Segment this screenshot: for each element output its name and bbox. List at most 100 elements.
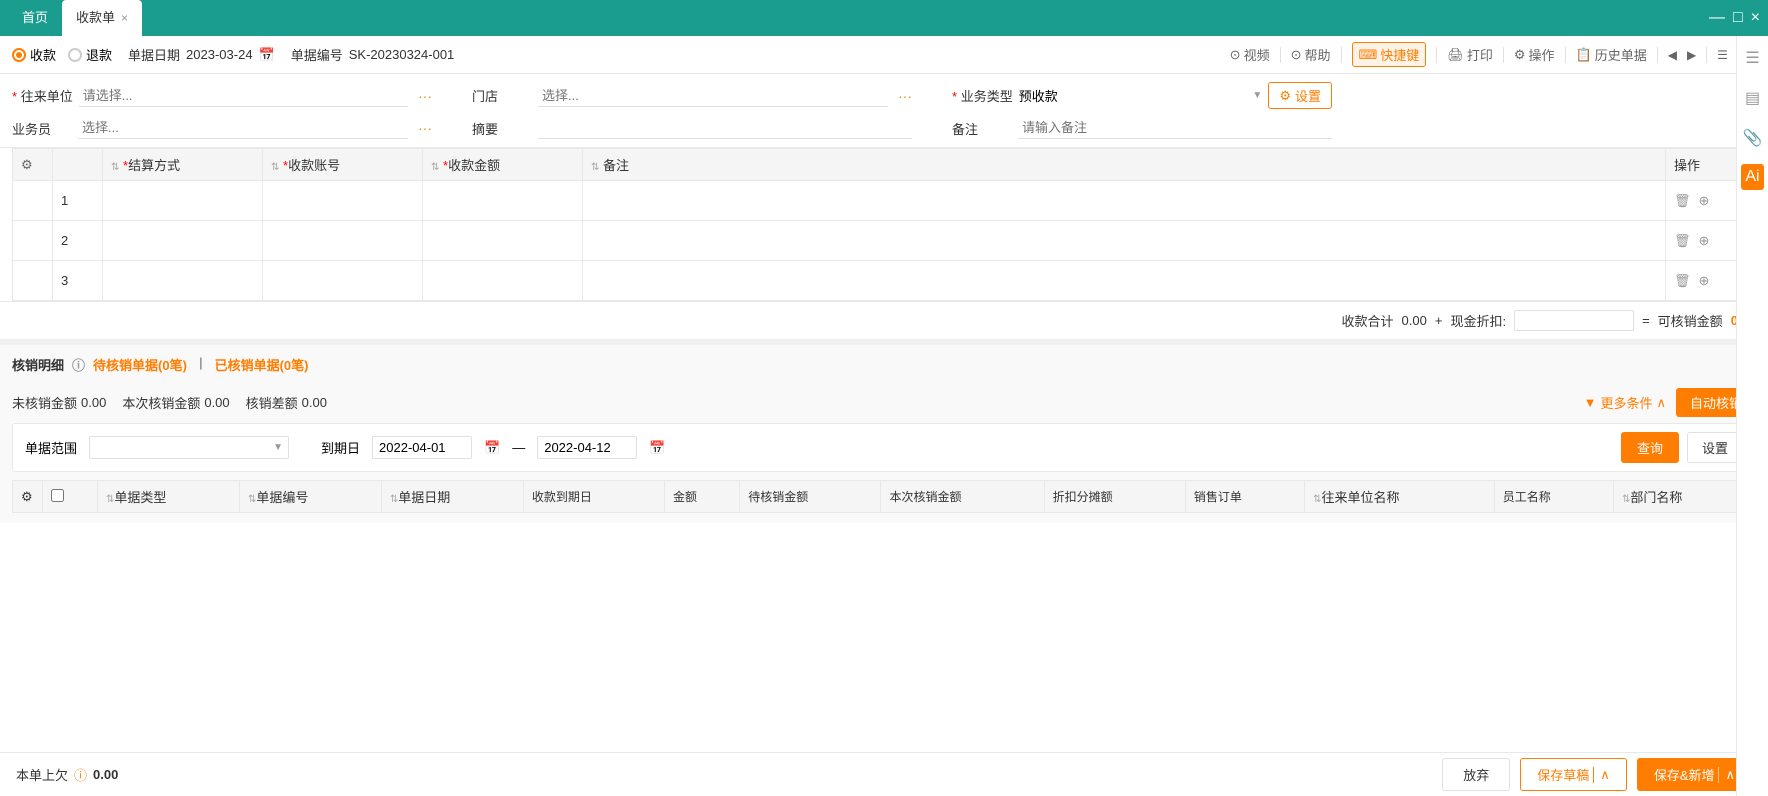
sidebar-table-icon[interactable]: ☰ (1741, 44, 1763, 72)
store-field: 门店 ··· (472, 85, 912, 107)
row1-remark[interactable] (583, 181, 1666, 221)
row2-empty (13, 221, 53, 261)
nav-next-btn[interactable]: ▶ (1687, 48, 1696, 62)
tab-links: 待核销单据(0笔) | 已核销单据(0笔) (93, 355, 308, 374)
col-checkbox[interactable]: ⚙ (13, 481, 43, 513)
remark-input[interactable] (1018, 117, 1332, 139)
date-filter-row: 单据范围 ▼ 到期日 📅 — 📅 查询 设置 (12, 423, 1756, 472)
draft-dropdown-icon[interactable]: ∧ (1593, 767, 1610, 783)
row3-settlement[interactable] (103, 261, 263, 301)
radio-tuikuan[interactable]: 退款 (68, 45, 112, 64)
discount-input[interactable] (1514, 310, 1634, 331)
row1-account[interactable] (263, 181, 423, 221)
remark-field: 备注 (952, 117, 1332, 139)
video-btn[interactable]: ⊙视频 (1230, 45, 1270, 64)
tab-close-icon[interactable]: × (121, 0, 128, 36)
tab-home[interactable]: 首页 (8, 0, 62, 36)
row2-settlement[interactable] (103, 221, 263, 261)
calendar-from-icon[interactable]: 📅 (484, 440, 500, 456)
salesperson-more-btn[interactable]: ··· (418, 120, 432, 136)
counterpart-more-btn[interactable]: ··· (418, 88, 432, 104)
toolbar-right: ⊙视频 ⊙帮助 ⌨快捷键 🖨打印 ⚙操作 📋历史单据 ◀ (1230, 42, 1756, 67)
plus-sign: + (1435, 313, 1443, 328)
calendar-to-icon[interactable]: 📅 (649, 440, 665, 456)
verification-settings-btn[interactable]: 设置 (1687, 432, 1743, 463)
row1-delete-icon[interactable]: 🗑 (1674, 193, 1691, 209)
minimize-icon[interactable]: — (1709, 9, 1725, 27)
info-icon[interactable]: ⓘ (72, 355, 85, 374)
save-draft-btn[interactable]: 保存草稿 ∧ (1520, 758, 1627, 791)
date-from-input[interactable] (372, 436, 472, 459)
counterpart-input[interactable] (79, 85, 408, 107)
net-label: 可核销金额 (1658, 311, 1723, 330)
sidebar-grid-icon[interactable]: ▤ (1741, 84, 1764, 112)
doc-range-label: 单据范围 (25, 438, 77, 457)
row2-copy-icon[interactable]: ⊕ (1699, 233, 1710, 249)
col-settlement-header: ⇅ *结算方式 (103, 149, 263, 181)
history-btn[interactable]: 📋历史单据 (1576, 45, 1647, 64)
col-doc-date-header: ⇅单据日期 (381, 481, 523, 513)
current-debt-label: 本单上欠 (16, 765, 68, 784)
row1-amount[interactable] (423, 181, 583, 221)
shortcut-btn[interactable]: ⌨快捷键 (1352, 42, 1427, 67)
debt-icon[interactable]: ⓘ (74, 765, 87, 784)
settings-btn[interactable]: ⚙设置 (1268, 82, 1332, 109)
list-view-btn[interactable]: ☰ (1717, 48, 1728, 62)
discount-label: 现金折扣: (1450, 311, 1506, 330)
radio-shoukuan[interactable]: 收款 (12, 45, 56, 64)
row3-amount[interactable] (423, 261, 583, 301)
table-row: 3 🗑 ⊕ (13, 261, 1756, 301)
col-doc-num-header: ⇅单据编号 (239, 481, 381, 513)
row2-num: 2 (53, 221, 103, 261)
save-new-dropdown-icon[interactable]: ∧ (1718, 767, 1735, 783)
col-account-header: ⇅ *收款账号 (263, 149, 423, 181)
operation-btn[interactable]: ⚙操作 (1514, 45, 1555, 64)
biz-type-dropdown-icon[interactable]: ▼ (1252, 90, 1262, 101)
row3-account[interactable] (263, 261, 423, 301)
row2-delete-icon[interactable]: 🗑 (1674, 233, 1691, 249)
row1-settlement[interactable] (103, 181, 263, 221)
print-btn[interactable]: 🖨打印 (1447, 45, 1493, 64)
maximize-icon[interactable]: □ (1733, 9, 1743, 27)
select-all-checkbox[interactable] (51, 489, 64, 502)
save-new-btn[interactable]: 保存&新增 ∧ (1637, 758, 1752, 791)
row2-account[interactable] (263, 221, 423, 261)
salesperson-input[interactable] (78, 117, 408, 139)
row3-delete-icon[interactable]: 🗑 (1674, 273, 1691, 289)
done-tab[interactable]: 已核销单据(0笔) (215, 355, 309, 374)
row3-copy-icon[interactable]: ⊕ (1699, 273, 1710, 289)
bottom-table: ⚙ ⇅单据类型 ⇅单据编号 ⇅单据日期 收款到期日 金额 待核销金额 本 (12, 480, 1756, 513)
query-btn[interactable]: 查询 (1621, 432, 1679, 463)
store-more-btn[interactable]: ··· (898, 88, 912, 104)
doc-range-select[interactable] (89, 436, 289, 459)
settings-gear-icon[interactable]: ⚙ (21, 489, 33, 504)
col-pending-header: 待核销金额 (740, 481, 881, 513)
row1-copy-icon[interactable]: ⊕ (1699, 193, 1710, 209)
col-remark-header: ⇅ 备注 (583, 149, 1666, 181)
date-to-input[interactable] (537, 436, 637, 459)
current-stat: 本次核销金额 0.00 (122, 393, 229, 412)
close-icon[interactable]: × (1751, 9, 1760, 27)
equals-sign: = (1642, 313, 1650, 328)
more-conditions-btn[interactable]: ▼更多条件∧ (1584, 393, 1666, 412)
row3-empty (13, 261, 53, 301)
table-row: 1 🗑 ⊕ (13, 181, 1756, 221)
store-input[interactable] (538, 85, 888, 107)
col-checkbox-all[interactable] (43, 481, 98, 513)
main-table: ⚙ ⇅ *结算方式 ⇅ *收款账号 ⇅ *收款金额 ⇅ 备注 操作 (12, 148, 1756, 301)
sidebar-attach-icon[interactable]: 📎 (1739, 124, 1767, 152)
calendar-icon[interactable]: 📅 (259, 47, 275, 63)
nav-prev-btn[interactable]: ◀ (1668, 48, 1677, 62)
pending-tab[interactable]: 待核销单据(0笔) (93, 355, 187, 374)
tab-shoukuan[interactable]: 收款单 × (62, 0, 142, 36)
discard-btn[interactable]: 放弃 (1442, 758, 1510, 791)
col-settings[interactable]: ⚙ (13, 149, 53, 181)
row2-amount[interactable] (423, 221, 583, 261)
col-dept-header: ⇅部门名称 (1613, 481, 1755, 513)
summary-input[interactable] (538, 117, 912, 139)
col-discount-header: 折扣分摊额 (1044, 481, 1185, 513)
help-btn[interactable]: ⊙帮助 (1291, 45, 1331, 64)
row2-remark[interactable] (583, 221, 1666, 261)
row3-remark[interactable] (583, 261, 1666, 301)
sidebar-ai-icon[interactable]: Ai (1741, 164, 1763, 190)
